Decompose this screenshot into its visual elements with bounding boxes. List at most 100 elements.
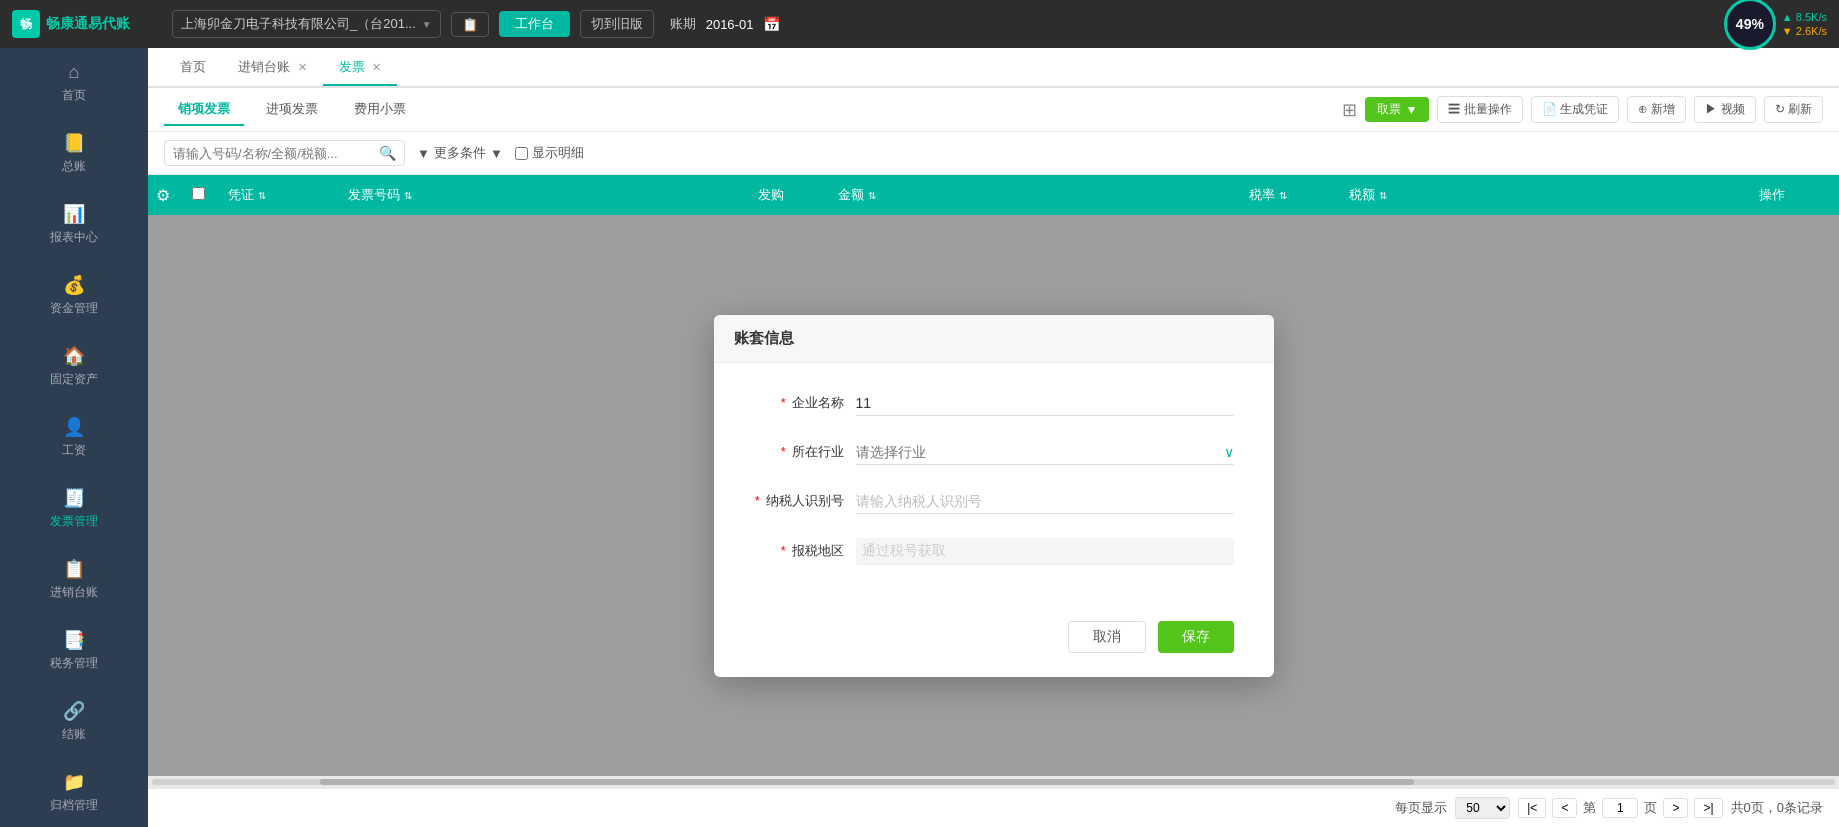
ticket-button[interactable]: 取票 ▼ xyxy=(1365,97,1429,122)
sidebar-item-purchase-sales[interactable]: 📋 进销台账 xyxy=(0,544,148,615)
show-detail-label[interactable]: 显示明细 xyxy=(515,144,584,162)
logo-text: 畅康通易代账 xyxy=(46,15,130,33)
sidebar-item-finance[interactable]: 💰 资金管理 xyxy=(0,260,148,331)
th-amount-label: 金额 xyxy=(838,186,864,204)
batch-op-label: 批量操作 xyxy=(1464,102,1512,116)
th-voucher-sort[interactable]: ⇅ xyxy=(258,190,266,201)
search-input-wrap: 🔍 xyxy=(164,140,405,166)
sub-tab-purchase-invoice[interactable]: 进项发票 xyxy=(252,94,332,126)
reports-icon: 📊 xyxy=(63,203,85,225)
archive-icon: 📁 xyxy=(63,771,85,793)
industry-select[interactable]: ∨ xyxy=(856,440,1234,465)
batch-op-icon: ☰ xyxy=(1448,102,1460,116)
sidebar-item-tax[interactable]: 📑 税务管理 xyxy=(0,615,148,686)
sidebar-label-closing: 结账 xyxy=(62,726,86,743)
company-name-input[interactable] xyxy=(856,391,1234,416)
tax-icon: 📑 xyxy=(63,629,85,651)
th-amount-sort[interactable]: ⇅ xyxy=(868,190,876,201)
tab-bar: 首页 进销台账 ✕ 发票 ✕ xyxy=(148,48,1839,88)
copy-button[interactable]: 📋 xyxy=(451,12,489,37)
sub-tab-expense-label: 费用小票 xyxy=(354,101,406,116)
th-operation: 操作 xyxy=(1751,186,1831,204)
th-tax-amount-sort[interactable]: ⇅ xyxy=(1379,190,1387,201)
sidebar-item-archive[interactable]: 📁 归档管理 xyxy=(0,757,148,827)
sidebar-item-assets[interactable]: 🏠 固定资产 xyxy=(0,331,148,402)
generate-voucher-button[interactable]: 📄 生成凭证 xyxy=(1531,96,1619,123)
form-row-tax-region: * 报税地区 通过税号获取 xyxy=(754,538,1234,565)
next-page-button[interactable]: > xyxy=(1663,798,1688,818)
sidebar-item-closing[interactable]: 🔗 结账 xyxy=(0,686,148,757)
grid-icon[interactable]: ⊞ xyxy=(1342,99,1357,121)
first-page-button[interactable]: |< xyxy=(1518,798,1546,818)
tab-purchase-sales-close[interactable]: ✕ xyxy=(298,61,307,73)
sidebar-label-tax: 税务管理 xyxy=(50,655,98,672)
ticket-dropdown-arrow: ▼ xyxy=(1405,103,1417,117)
sub-tab-sales-invoice[interactable]: 销项发票 xyxy=(164,94,244,126)
refresh-button[interactable]: ↻ 刷新 xyxy=(1764,96,1823,123)
company-name-required: * xyxy=(781,395,786,410)
sub-tab-actions: ⊞ 取票 ▼ ☰ 批量操作 📄 生成凭证 ⊕ 新增 ▶ xyxy=(1342,96,1823,123)
old-version-button[interactable]: 切到旧版 xyxy=(580,10,654,38)
filter-icon: ▼ xyxy=(417,146,430,161)
sidebar-item-salary[interactable]: 👤 工资 xyxy=(0,402,148,473)
workbench-button[interactable]: 工作台 xyxy=(499,11,570,37)
tax-region-field: 通过税号获取 xyxy=(856,538,1234,565)
filter-more-arrow: ▼ xyxy=(490,146,503,161)
sidebar-item-reports[interactable]: 📊 报表中心 xyxy=(0,189,148,260)
modal-header: 账套信息 xyxy=(714,315,1274,363)
form-row-industry: * 所在行业 ∨ xyxy=(754,440,1234,465)
th-invoice-num-sort[interactable]: ⇅ xyxy=(404,190,412,201)
add-new-icon: ⊕ xyxy=(1638,102,1648,116)
search-input[interactable] xyxy=(173,146,373,161)
company-selector[interactable]: 上海卯金刀电子科技有限公司_（台201... ▼ xyxy=(172,10,441,38)
video-button[interactable]: ▶ 视频 xyxy=(1694,96,1755,123)
th-tax-amount-label: 税额 xyxy=(1349,186,1375,204)
tab-invoice[interactable]: 发票 ✕ xyxy=(323,50,398,86)
sub-tab-expense[interactable]: 费用小票 xyxy=(340,94,420,126)
filter-more-button[interactable]: ▼ 更多条件 ▼ xyxy=(417,144,503,162)
sub-tab-sales-invoice-label: 销项发票 xyxy=(178,101,230,116)
network-stats: ▲ 8.5K/s ▼ 2.6K/s xyxy=(1782,11,1827,37)
sidebar-item-ledger[interactable]: 📒 总账 xyxy=(0,118,148,189)
sidebar-item-invoice[interactable]: 🧾 发票管理 xyxy=(0,473,148,544)
assets-icon: 🏠 xyxy=(63,345,85,367)
salary-icon: 👤 xyxy=(63,416,85,438)
company-name-label: * 企业名称 xyxy=(754,394,844,412)
page-input[interactable] xyxy=(1602,798,1638,818)
table-header: ⚙ 凭证 ⇅ 发票号码 ⇅ 发购 金额 ⇅ 税率 ⇅ xyxy=(148,175,1839,215)
select-all-checkbox[interactable] xyxy=(192,187,205,200)
prev-page-button[interactable]: < xyxy=(1552,798,1577,818)
industry-select-input[interactable] xyxy=(856,444,1224,460)
last-page-button[interactable]: >| xyxy=(1694,798,1722,818)
refresh-icon: ↻ xyxy=(1775,102,1785,116)
settings-col-icon[interactable]: ⚙ xyxy=(156,187,170,204)
sidebar-item-home[interactable]: ⌂ 首页 xyxy=(0,48,148,118)
tax-id-input[interactable] xyxy=(856,489,1234,514)
th-tax-rate-sort[interactable]: ⇅ xyxy=(1279,190,1287,201)
sub-tabs: 销项发票 进项发票 费用小票 xyxy=(164,94,420,126)
form-row-tax-id: * 纳税人识别号 xyxy=(754,489,1234,514)
speed-circle: 49% xyxy=(1724,0,1776,50)
period-label: 账期 xyxy=(670,15,696,33)
tab-invoice-label: 发票 xyxy=(339,59,365,74)
cancel-button[interactable]: 取消 xyxy=(1068,621,1146,653)
filter-more-label: 更多条件 xyxy=(434,144,486,162)
show-detail-checkbox[interactable] xyxy=(515,147,528,160)
per-page-select[interactable]: 50 100 xyxy=(1455,797,1510,819)
scrollbar-thumb[interactable] xyxy=(320,779,1414,785)
top-right-area: 49% ▲ 8.5K/s ▼ 2.6K/s xyxy=(1724,0,1827,50)
sidebar-label-assets: 固定资产 xyxy=(50,371,98,388)
sub-tab-purchase-invoice-label: 进项发票 xyxy=(266,101,318,116)
ledger-icon: 📒 xyxy=(63,132,85,154)
tab-purchase-sales[interactable]: 进销台账 ✕ xyxy=(222,50,323,86)
tab-home[interactable]: 首页 xyxy=(164,50,222,86)
add-new-button[interactable]: ⊕ 新增 xyxy=(1627,96,1686,123)
tab-invoice-close[interactable]: ✕ xyxy=(372,61,381,73)
batch-operation-button[interactable]: ☰ 批量操作 xyxy=(1437,96,1522,123)
scrollbar-track xyxy=(152,779,1835,785)
calendar-icon[interactable]: 📅 xyxy=(763,16,780,32)
save-button[interactable]: 保存 xyxy=(1158,621,1234,653)
add-new-label: 新增 xyxy=(1651,102,1675,116)
search-icon[interactable]: 🔍 xyxy=(379,145,396,161)
sidebar-label-reports: 报表中心 xyxy=(50,229,98,246)
